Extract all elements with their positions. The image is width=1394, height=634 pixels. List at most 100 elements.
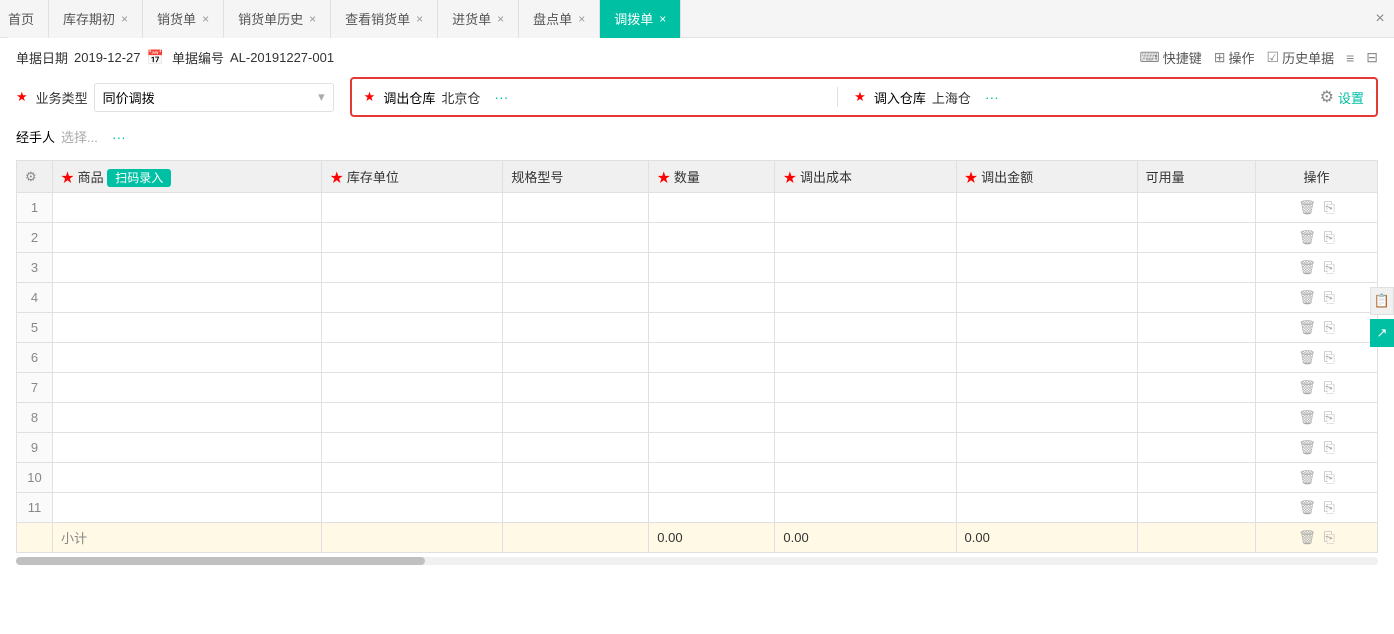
- delete-icon-row-6[interactable]: 🗑: [1298, 349, 1316, 365]
- row-qty-3[interactable]: [649, 253, 775, 283]
- row-cost-2[interactable]: [775, 223, 956, 253]
- copy-icon-row-6[interactable]: ⎘: [1324, 349, 1335, 365]
- tab-inventory-check-close[interactable]: ×: [578, 12, 585, 26]
- tab-sales-history-close[interactable]: ×: [309, 12, 316, 26]
- expand-icon-btn[interactable]: ↗: [1370, 319, 1394, 347]
- subtotal-copy-icon[interactable]: ⎘: [1324, 529, 1335, 545]
- row-amount-1[interactable]: [956, 193, 1137, 223]
- row-spec-7[interactable]: [503, 373, 649, 403]
- row-amount-5[interactable]: [956, 313, 1137, 343]
- row-amount-7[interactable]: [956, 373, 1137, 403]
- tab-transfer[interactable]: 调拨单 ×: [600, 0, 681, 38]
- delete-icon-row-11[interactable]: 🗑: [1298, 499, 1316, 515]
- row-avail-2[interactable]: [1137, 223, 1255, 253]
- row-goods-5[interactable]: [53, 313, 322, 343]
- row-qty-4[interactable]: [649, 283, 775, 313]
- row-qty-5[interactable]: [649, 313, 775, 343]
- horizontal-scrollbar[interactable]: [16, 557, 1378, 565]
- shortcut-btn[interactable]: ⌨ 快捷键: [1140, 48, 1202, 67]
- row-cost-8[interactable]: [775, 403, 956, 433]
- delete-icon-row-10[interactable]: 🗑: [1298, 469, 1316, 485]
- tab-transfer-close[interactable]: ×: [659, 12, 666, 26]
- row-spec-8[interactable]: [503, 403, 649, 433]
- copy-icon-row-7[interactable]: ⎘: [1324, 379, 1335, 395]
- row-amount-11[interactable]: [956, 493, 1137, 523]
- row-cost-5[interactable]: [775, 313, 956, 343]
- row-qty-11[interactable]: [649, 493, 775, 523]
- setting-label[interactable]: 设置: [1338, 88, 1364, 107]
- row-avail-4[interactable]: [1137, 283, 1255, 313]
- layout-grid-btn[interactable]: ⊟: [1366, 49, 1378, 66]
- row-goods-3[interactable]: [53, 253, 322, 283]
- row-cost-9[interactable]: [775, 433, 956, 463]
- copy-icon-row-10[interactable]: ⎘: [1324, 469, 1335, 485]
- row-unit-6[interactable]: [322, 343, 503, 373]
- tab-purchase-close[interactable]: ×: [497, 12, 504, 26]
- row-amount-3[interactable]: [956, 253, 1137, 283]
- row-amount-6[interactable]: [956, 343, 1137, 373]
- row-cost-11[interactable]: [775, 493, 956, 523]
- row-qty-1[interactable]: [649, 193, 775, 223]
- operation-btn[interactable]: ⊞ 操作: [1214, 48, 1255, 67]
- delete-icon-row-3[interactable]: 🗑: [1298, 259, 1316, 275]
- scan-btn[interactable]: 扫码录入: [107, 169, 171, 187]
- copy-icon-row-3[interactable]: ⎘: [1324, 259, 1335, 275]
- row-unit-7[interactable]: [322, 373, 503, 403]
- delete-icon-row-4[interactable]: 🗑: [1298, 289, 1316, 305]
- business-type-select[interactable]: 同价调拨 ▾: [94, 83, 334, 112]
- copy-icon-row-9[interactable]: ⎘: [1324, 439, 1335, 455]
- row-avail-6[interactable]: [1137, 343, 1255, 373]
- row-unit-4[interactable]: [322, 283, 503, 313]
- row-goods-11[interactable]: [53, 493, 322, 523]
- row-spec-4[interactable]: [503, 283, 649, 313]
- row-unit-9[interactable]: [322, 433, 503, 463]
- row-goods-6[interactable]: [53, 343, 322, 373]
- row-avail-5[interactable]: [1137, 313, 1255, 343]
- row-spec-11[interactable]: [503, 493, 649, 523]
- tab-purchase[interactable]: 进货单 ×: [438, 0, 519, 38]
- tab-view-sales-close[interactable]: ×: [416, 12, 423, 26]
- subtotal-delete-icon[interactable]: 🗑: [1298, 529, 1316, 545]
- row-unit-11[interactable]: [322, 493, 503, 523]
- in-warehouse-more-btn[interactable]: ···: [985, 89, 999, 105]
- row-amount-4[interactable]: [956, 283, 1137, 313]
- row-unit-8[interactable]: [322, 403, 503, 433]
- row-spec-2[interactable]: [503, 223, 649, 253]
- row-cost-4[interactable]: [775, 283, 956, 313]
- copy-icon-row-2[interactable]: ⎘: [1324, 229, 1335, 245]
- delete-icon-row-9[interactable]: 🗑: [1298, 439, 1316, 455]
- row-spec-5[interactable]: [503, 313, 649, 343]
- row-cost-1[interactable]: [775, 193, 956, 223]
- row-unit-3[interactable]: [322, 253, 503, 283]
- row-spec-9[interactable]: [503, 433, 649, 463]
- operator-select[interactable]: 选择...: [61, 127, 98, 146]
- row-goods-1[interactable]: [53, 193, 322, 223]
- row-cost-10[interactable]: [775, 463, 956, 493]
- copy-icon-row-11[interactable]: ⎘: [1324, 499, 1335, 515]
- notes-icon-btn[interactable]: 📋: [1370, 287, 1394, 315]
- tab-inventory-check[interactable]: 盘点单 ×: [519, 0, 600, 38]
- row-unit-10[interactable]: [322, 463, 503, 493]
- row-qty-6[interactable]: [649, 343, 775, 373]
- row-goods-8[interactable]: [53, 403, 322, 433]
- tab-view-sales[interactable]: 查看销货单 ×: [331, 0, 438, 38]
- row-spec-3[interactable]: [503, 253, 649, 283]
- layout-list-btn[interactable]: ≡: [1346, 50, 1354, 66]
- row-amount-9[interactable]: [956, 433, 1137, 463]
- row-spec-6[interactable]: [503, 343, 649, 373]
- row-unit-2[interactable]: [322, 223, 503, 253]
- tab-sales-order-close[interactable]: ×: [202, 12, 209, 26]
- row-goods-7[interactable]: [53, 373, 322, 403]
- row-avail-9[interactable]: [1137, 433, 1255, 463]
- row-avail-7[interactable]: [1137, 373, 1255, 403]
- row-cost-6[interactable]: [775, 343, 956, 373]
- row-spec-1[interactable]: [503, 193, 649, 223]
- window-close-button[interactable]: ×: [1366, 0, 1394, 38]
- row-goods-10[interactable]: [53, 463, 322, 493]
- delete-icon-row-1[interactable]: 🗑: [1298, 199, 1316, 215]
- tab-sales-order[interactable]: 销货单 ×: [143, 0, 224, 38]
- delete-icon-row-8[interactable]: 🗑: [1298, 409, 1316, 425]
- row-unit-1[interactable]: [322, 193, 503, 223]
- row-avail-8[interactable]: [1137, 403, 1255, 433]
- copy-icon-row-8[interactable]: ⎘: [1324, 409, 1335, 425]
